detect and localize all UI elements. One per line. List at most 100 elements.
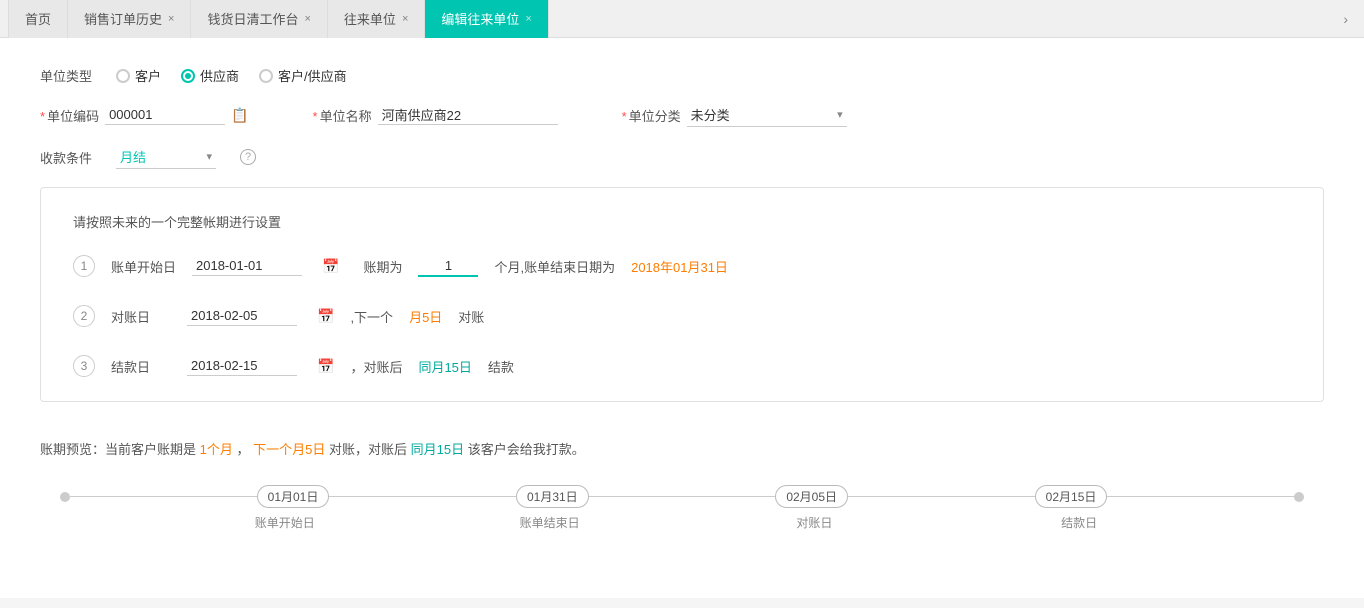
radio-both[interactable]: 客户/供应商 <box>259 66 347 85</box>
radio-both-label: 客户/供应商 <box>278 66 347 85</box>
radio-group: 客户 供应商 客户/供应商 <box>116 66 347 85</box>
tab-sales-history-close[interactable]: × <box>168 13 174 25</box>
reconcile-date-input[interactable] <box>187 306 297 326</box>
preview-mid2: 对账，对账后 <box>329 442 407 457</box>
tab-edit-partner[interactable]: 编辑往来单位 × <box>425 0 548 38</box>
panel-row-1: 1 账单开始日 📅 账期为 个月,账单结束日期为 2018年01月31日 <box>73 255 1291 277</box>
reconcile-highlight: 月5日 <box>409 307 442 326</box>
preview-highlight2: 下一个月5日 <box>253 442 325 457</box>
timeline-labels: 账单开始日 账单结束日 对账日 结款日 <box>40 508 1324 531</box>
panel-box: 请按照未来的一个完整帐期进行设置 1 账单开始日 📅 账期为 个月,账单结束日期… <box>40 187 1324 402</box>
timeline-line-2 <box>329 496 516 497</box>
preview-suffix: 该客户会给我打款。 <box>468 442 585 457</box>
timeline-row: 01月01日 01月31日 02月05日 02月15日 <box>40 485 1324 508</box>
tab-bar: 首页 销售订单历史 × 钱货日清工作台 × 往来单位 × 编辑往来单位 × › <box>0 0 1364 38</box>
unit-category-label: *单位分类 <box>622 106 681 125</box>
payment-value: 月结 <box>120 147 200 166</box>
radio-supplier-circle <box>181 69 195 83</box>
preview-highlight3: 同月15日 <box>411 442 464 457</box>
payment-date-calendar-icon[interactable]: 📅 <box>317 358 334 375</box>
unit-category-group: *单位分类 未分类 ▾ <box>622 103 847 127</box>
timeline-label-3: 对账日 <box>796 516 832 530</box>
unit-code-group: *单位编码 📋 <box>40 105 249 125</box>
unit-code-input[interactable] <box>105 105 225 125</box>
tab-bar-arrow[interactable]: › <box>1335 11 1356 27</box>
start-date-calendar-icon[interactable]: 📅 <box>322 258 339 275</box>
payment-row: 收款条件 月结 ▾ ? <box>40 145 1324 169</box>
timeline-node-3: 02月05日 <box>775 485 848 508</box>
reconcile-suffix: 对账 <box>458 307 484 326</box>
unit-name-label: *单位名称 <box>313 106 372 125</box>
tab-cash-work-label: 钱货日清工作台 <box>207 9 298 28</box>
unit-category-value: 未分类 <box>691 105 837 124</box>
panel-title: 请按照未来的一个完整帐期进行设置 <box>73 212 1291 231</box>
tab-sales-history[interactable]: 销售订单历史 × <box>68 0 191 38</box>
start-date-input[interactable] <box>192 256 302 276</box>
unit-category-star: * <box>622 109 627 124</box>
timeline-badge-4: 02月15日 <box>1035 485 1108 508</box>
tab-home[interactable]: 首页 <box>8 0 68 38</box>
unit-name-input[interactable] <box>378 105 558 125</box>
row-number-3: 3 <box>73 355 95 377</box>
payment-prefix: ，对账后 <box>350 357 402 376</box>
payment-suffix: 结款 <box>488 357 514 376</box>
tab-home-label: 首页 <box>25 9 51 28</box>
tab-partner[interactable]: 往来单位 × <box>328 0 425 38</box>
row-label-2: 对账日 <box>111 307 171 326</box>
timeline-badge-2: 01月31日 <box>516 485 589 508</box>
reconcile-date-calendar-icon[interactable]: 📅 <box>317 308 334 325</box>
payment-label: 收款条件 <box>40 148 92 167</box>
period-input[interactable] <box>418 256 478 277</box>
panel-row-2: 2 对账日 📅 ,下一个 月5日 对账 <box>73 305 1291 327</box>
timeline-node-2: 01月31日 <box>516 485 589 508</box>
timeline-line-3 <box>589 496 776 497</box>
preview-section: 账期预览：当前客户账期是 1个月 ， 下一个月5日 对账，对账后 同月15日 该… <box>40 422 1324 539</box>
timeline-badge-3: 02月05日 <box>775 485 848 508</box>
row-label-3: 结款日 <box>111 357 171 376</box>
radio-both-circle <box>259 69 273 83</box>
tab-edit-partner-close[interactable]: × <box>525 13 531 25</box>
tab-cash-work-close[interactable]: × <box>304 13 310 25</box>
unit-name-star: * <box>313 109 318 124</box>
row-number-1: 1 <box>73 255 95 277</box>
radio-supplier[interactable]: 供应商 <box>181 66 239 85</box>
unit-name-group: *单位名称 <box>313 105 558 125</box>
radio-customer-circle <box>116 69 130 83</box>
tab-partner-label: 往来单位 <box>344 9 396 28</box>
tab-cash-work[interactable]: 钱货日清工作台 × <box>191 0 327 38</box>
timeline-start-dot <box>60 492 70 502</box>
category-arrow-icon: ▾ <box>837 108 843 121</box>
unit-info-row: *单位编码 📋 *单位名称 *单位分类 未分类 ▾ <box>40 103 1324 127</box>
reconcile-prefix: ,下一个 <box>350 307 393 326</box>
radio-supplier-label: 供应商 <box>200 66 239 85</box>
timeline-badge-1: 01月01日 <box>257 485 330 508</box>
radio-customer-label: 客户 <box>135 66 161 85</box>
period-suffix: 个月,账单结束日期为 <box>494 257 615 276</box>
main-content: 单位类型 客户 供应商 客户/供应商 *单位编码 📋 <box>0 38 1364 598</box>
unit-code-label: *单位编码 <box>40 106 99 125</box>
unit-type-label: 单位类型 <box>40 66 92 85</box>
unit-code-icon[interactable]: 📋 <box>231 107 248 124</box>
preview-mid1: ， <box>237 442 250 457</box>
row-label-1: 账单开始日 <box>111 257 176 276</box>
period-label: 账期为 <box>363 257 402 276</box>
timeline-line-1 <box>70 496 257 497</box>
tab-edit-partner-label: 编辑往来单位 <box>441 9 519 28</box>
panel-row-3: 3 结款日 📅 ，对账后 同月15日 结款 <box>73 355 1291 377</box>
tab-partner-close[interactable]: × <box>402 13 408 25</box>
payment-highlight: 同月15日 <box>418 357 471 376</box>
timeline-node-1: 01月01日 <box>257 485 330 508</box>
timeline-line-4 <box>848 496 1035 497</box>
row-number-2: 2 <box>73 305 95 327</box>
radio-customer[interactable]: 客户 <box>116 66 161 85</box>
payment-arrow-icon: ▾ <box>206 150 212 163</box>
timeline-end-dot <box>1294 492 1304 502</box>
timeline-node-4: 02月15日 <box>1035 485 1108 508</box>
payment-select[interactable]: 月结 ▾ <box>116 145 216 169</box>
payment-date-input[interactable] <box>187 356 297 376</box>
unit-code-star: * <box>40 109 45 124</box>
timeline-label-2: 账单结束日 <box>520 516 580 530</box>
unit-category-select[interactable]: 未分类 ▾ <box>687 103 847 127</box>
payment-help-icon[interactable]: ? <box>240 149 256 165</box>
preview-prefix: 账期预览：当前客户账期是 <box>40 442 196 457</box>
